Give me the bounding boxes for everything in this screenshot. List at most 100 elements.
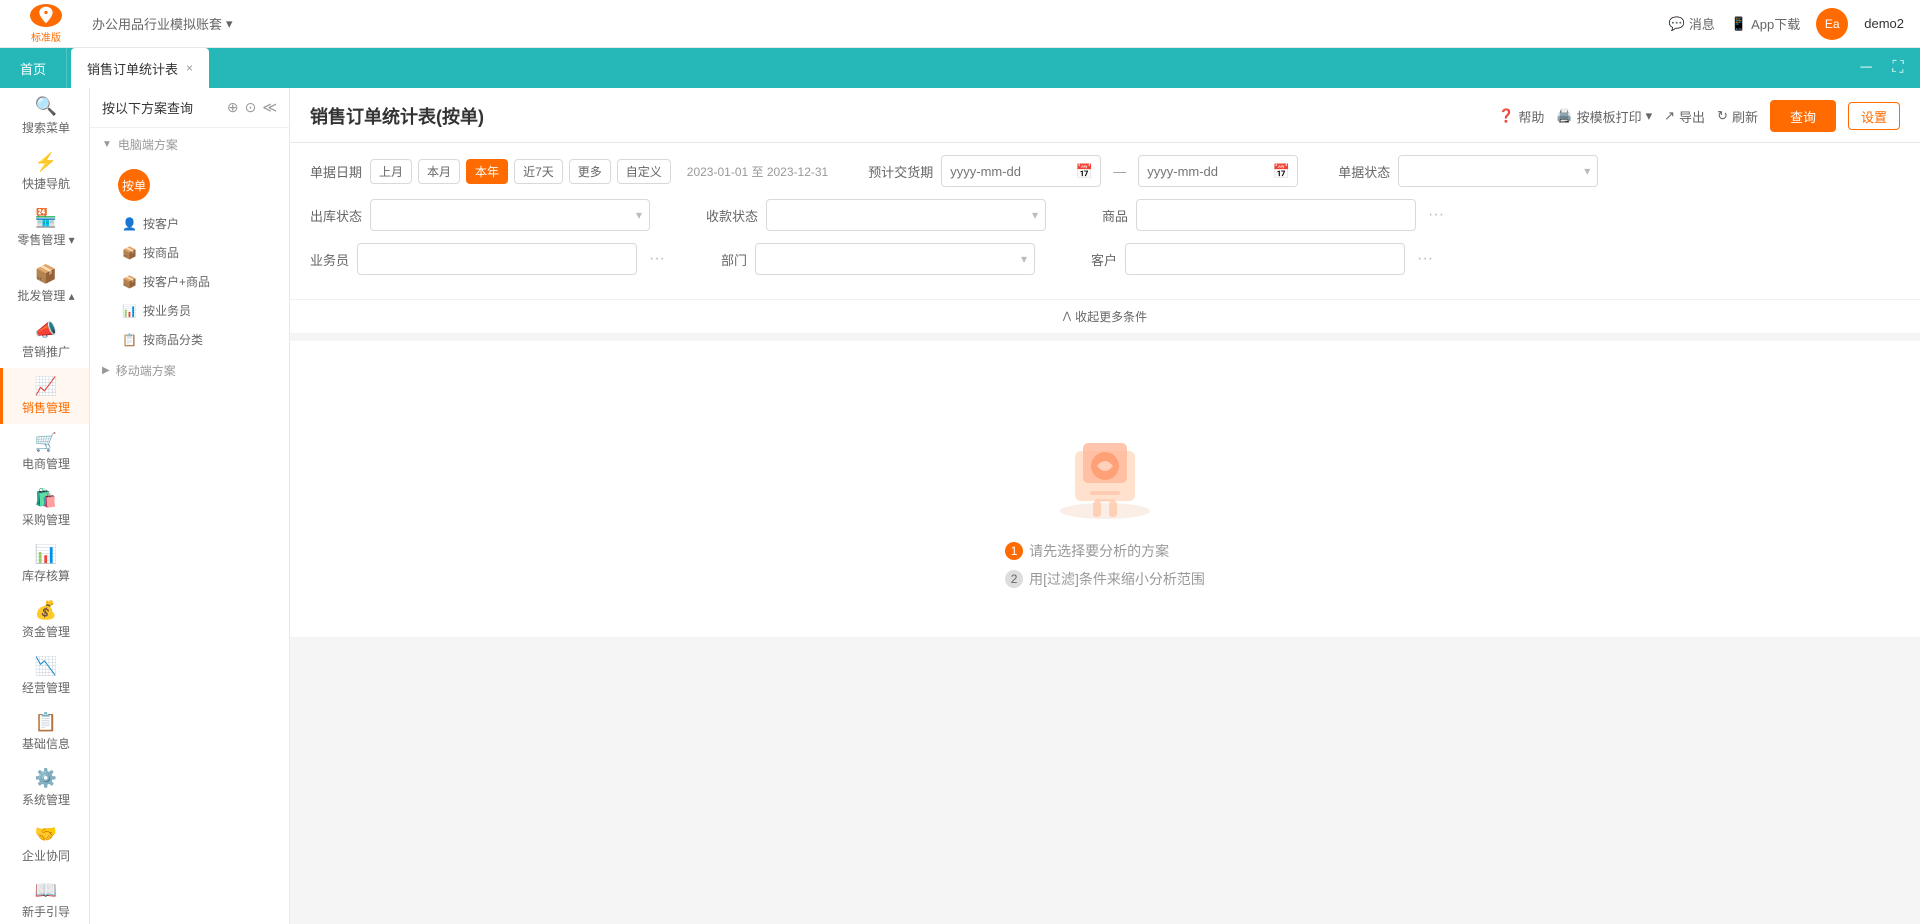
user-name[interactable]: demo2 <box>1864 16 1904 31</box>
template-print-btn[interactable]: 🖨️ 按模板打印 ▾ <box>1556 107 1652 126</box>
quicknav-icon: ⚡ <box>35 152 57 173</box>
logo-text: 标准版 <box>31 29 61 44</box>
sidebar-item-guide[interactable]: 📖 新手引导 <box>0 872 89 924</box>
sidebar-label-basic: 基础信息 <box>22 735 70 752</box>
inventory-icon: 📊 <box>35 544 57 565</box>
sidebar-item-wholesale[interactable]: 📦 批发管理 ▴ <box>0 256 89 312</box>
app-download-btn[interactable]: 📱 App下载 <box>1731 14 1800 33</box>
sidebar-item-quicknav[interactable]: ⚡ 快捷导航 <box>0 144 89 200</box>
goods-input[interactable] <box>1136 199 1416 231</box>
refresh-label: 刷新 <box>1732 107 1758 126</box>
scheme-item-goods-category-label: 按商品分类 <box>143 331 203 348</box>
setting-button[interactable]: 设置 <box>1848 102 1900 130</box>
salesperson-more-icon[interactable]: ··· <box>649 250 665 268</box>
sidebar-item-retail[interactable]: 🏪 零售管理 ▾ <box>0 200 89 256</box>
receipt-status-select[interactable] <box>766 199 1046 231</box>
query-button[interactable]: 查询 <box>1770 100 1836 132</box>
scheme-item-goods-category[interactable]: 📋 按商品分类 <box>90 325 289 354</box>
date-btn-this-month[interactable]: 本月 <box>418 159 460 184</box>
scheme-item-customer[interactable]: 👤 按客户 <box>90 209 289 238</box>
message-label: 消息 <box>1689 14 1715 33</box>
date-btn-last-month[interactable]: 上月 <box>370 159 412 184</box>
company-selector[interactable]: 办公用品行业模拟账套 ▾ <box>84 10 241 37</box>
salesperson-input[interactable] <box>357 243 637 275</box>
export-btn[interactable]: ↗ 导出 <box>1664 107 1705 126</box>
sidebar-item-collab[interactable]: 🤝 企业协同 <box>0 816 89 872</box>
sidebar-item-marketing[interactable]: 📣 营销推广 <box>0 312 89 368</box>
empty-tip-2: 2 用[过滤]条件来缩小分析范围 <box>1005 569 1205 589</box>
sidebar-item-purchase[interactable]: 🛍️ 采购管理 <box>0 480 89 536</box>
date-btn-more[interactable]: 更多 <box>569 159 611 184</box>
tab-home[interactable]: 首页 <box>0 48 67 88</box>
scheme-item-bill[interactable]: 按单 <box>90 161 289 209</box>
tab-sales-order[interactable]: 销售订单统计表 × <box>71 48 209 88</box>
goods-label: 商品 <box>1102 206 1128 225</box>
sidebar-label-finance: 资金管理 <box>22 623 70 640</box>
out-status-select[interactable] <box>370 199 650 231</box>
date-btn-this-year[interactable]: 本年 <box>466 159 508 184</box>
tip-text-2: 用[过滤]条件来缩小分析范围 <box>1029 569 1205 589</box>
bill-date-field: 单据日期 上月 本月 本年 近7天 更多 自定义 <box>310 159 671 184</box>
mobile-expand-icon: ▶ <box>102 365 110 376</box>
wholesale-icon: 📦 <box>35 264 57 285</box>
collapse-bar[interactable]: ⋀ 收起更多条件 <box>290 299 1920 333</box>
scheme-item-customer-label: 按客户 <box>143 215 179 232</box>
scheme-item-customer-goods[interactable]: 📦 按客户+商品 <box>90 267 289 296</box>
sidebar-item-operations[interactable]: 📉 经营管理 <box>0 648 89 704</box>
sidebar-item-sales[interactable]: 📈 销售管理 <box>0 368 89 424</box>
bill-status-select[interactable] <box>1398 155 1598 187</box>
collapse-panel-btn[interactable]: ≪ <box>262 99 277 116</box>
goods-more-icon[interactable]: ··· <box>1428 206 1444 224</box>
date-btn-custom[interactable]: 自定义 <box>617 159 671 184</box>
topbar-right: 💬 消息 📱 App下载 Ea demo2 <box>1669 8 1904 40</box>
sidebar-label-wholesale: 批发管理 ▴ <box>17 287 74 304</box>
bill-date-label: 单据日期 <box>310 162 362 181</box>
salesperson-label: 业务员 <box>310 250 349 269</box>
customer-input[interactable] <box>1125 243 1405 275</box>
sidebar-item-system[interactable]: ⚙️ 系统管理 <box>0 760 89 816</box>
expected-date-to-input[interactable] <box>1138 155 1298 187</box>
tab-minimize-btn[interactable]: ─ <box>1852 54 1880 82</box>
help-btn[interactable]: ❓ 帮助 <box>1498 107 1544 126</box>
sidebar-item-inventory[interactable]: 📊 库存核算 <box>0 536 89 592</box>
scheme-item-salesperson[interactable]: 📊 按业务员 <box>90 296 289 325</box>
filter-row-2: 出库状态 ▾ 收款状态 ▾ <box>310 199 1900 231</box>
date-btn-7days[interactable]: 近7天 <box>514 159 563 184</box>
message-btn[interactable]: 💬 消息 <box>1669 14 1715 33</box>
tab-close-icon[interactable]: × <box>186 62 193 74</box>
sidebar: 🔍 搜索菜单 ⚡ 快捷导航 🏪 零售管理 ▾ 📦 批发管理 ▴ 📣 营销推广 📈… <box>0 88 90 924</box>
message-icon: 💬 <box>1669 16 1685 32</box>
sidebar-label-system: 系统管理 <box>22 791 70 808</box>
customer-more-icon[interactable]: ··· <box>1417 250 1433 268</box>
tabbar-actions: ─ ⛶ <box>1852 54 1920 82</box>
template-print-label: 按模板打印 <box>1577 107 1642 126</box>
receipt-status-field: 收款状态 ▾ <box>706 199 1046 231</box>
filter-area: 单据日期 上月 本月 本年 近7天 更多 自定义 2023-01-01 至 20… <box>290 143 1920 299</box>
scheme-group-desktop[interactable]: ▼ 电脑端方案 <box>90 128 289 161</box>
print-icon: 🖨️ <box>1556 108 1572 124</box>
collapse-icon: ⋀ <box>1063 311 1071 322</box>
scheme-group-mobile[interactable]: ▶ 移动端方案 <box>90 354 289 387</box>
ecommerce-icon: 🛒 <box>35 432 57 453</box>
expected-date-from-input[interactable] <box>941 155 1101 187</box>
tab-maximize-btn[interactable]: ⛶ <box>1884 54 1912 82</box>
add-scheme-btn[interactable]: ⊕ <box>227 99 239 116</box>
sidebar-label-guide: 新手引导 <box>22 903 70 920</box>
customer-scheme-icon: 👤 <box>122 217 137 231</box>
operations-icon: 📉 <box>35 656 57 677</box>
left-panel: 按以下方案查询 ⊕ ⊙ ≪ ▼ 电脑端方案 按单 👤 按客户 📦 按商品 📦 按… <box>90 88 290 924</box>
date-range-text: 2023-01-01 至 2023-12-31 <box>687 163 828 180</box>
export-label: 导出 <box>1679 107 1705 126</box>
empty-state: 1 请先选择要分析的方案 2 用[过滤]条件来缩小分析范围 <box>290 341 1920 637</box>
goods-field: 商品 ··· <box>1102 199 1444 231</box>
sidebar-item-basic[interactable]: 📋 基础信息 <box>0 704 89 760</box>
refresh-btn[interactable]: ↻ 刷新 <box>1717 107 1758 126</box>
department-select[interactable] <box>755 243 1035 275</box>
settings-scheme-btn[interactable]: ⊙ <box>245 99 257 116</box>
sidebar-item-finance[interactable]: 💰 资金管理 <box>0 592 89 648</box>
sidebar-item-ecommerce[interactable]: 🛒 电商管理 <box>0 424 89 480</box>
sidebar-item-search[interactable]: 🔍 搜索菜单 <box>0 88 89 144</box>
scheme-item-goods[interactable]: 📦 按商品 <box>90 238 289 267</box>
content-title-row: 销售订单统计表(按单) ❓ 帮助 🖨️ 按模板打印 ▾ ↗ 导出 <box>310 100 1900 142</box>
avatar[interactable]: Ea <box>1816 8 1848 40</box>
